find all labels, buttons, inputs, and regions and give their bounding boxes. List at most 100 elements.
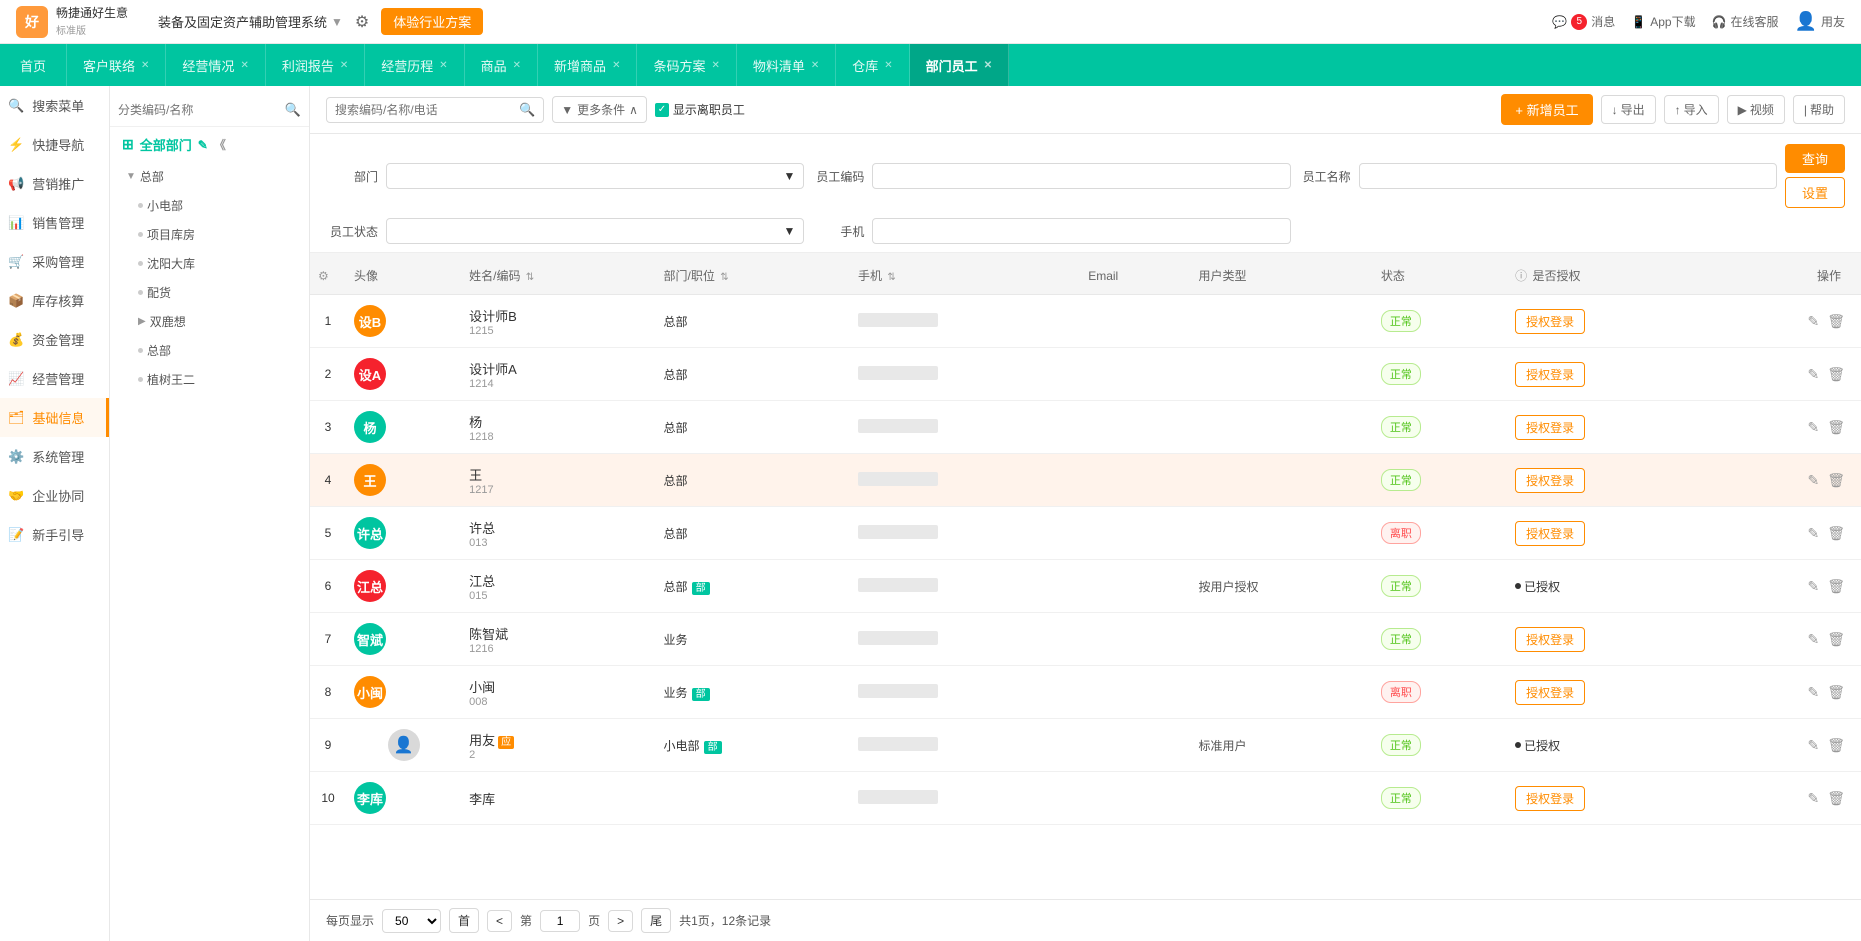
nav-purchase[interactable]: 🛒 采购管理	[0, 242, 109, 281]
delete-icon[interactable]: 🗑	[1827, 472, 1845, 489]
empstatus-filter-select[interactable]: ▼	[386, 218, 804, 244]
add-employee-button[interactable]: + 新增员工	[1501, 94, 1592, 125]
search-button[interactable]: 查询	[1785, 144, 1845, 173]
setting-button[interactable]: 设置	[1785, 177, 1845, 208]
prev-page-button[interactable]: <	[487, 910, 512, 932]
collapse-icon[interactable]: 《	[214, 136, 226, 153]
nav-system[interactable]: ⚙️ 系统管理	[0, 437, 109, 476]
dept-item-shenyang[interactable]: 沈阳大库	[110, 249, 309, 278]
more-filters-button[interactable]: ▼ 更多条件 ∧	[552, 96, 647, 123]
empname-filter-input[interactable]	[1359, 163, 1777, 189]
phone-filter-input[interactable]	[872, 218, 1290, 244]
edit-icon[interactable]: ✎	[1807, 472, 1819, 489]
dept-item-shuanglu[interactable]: ▶ 双鹿想	[110, 307, 309, 336]
empcode-filter-input[interactable]	[872, 163, 1290, 189]
sort-dept-icon[interactable]: ⇅	[720, 272, 728, 283]
auth-login-button[interactable]: 授权登录	[1515, 415, 1585, 440]
search-input[interactable]	[335, 103, 515, 117]
nav-sales[interactable]: 📊 销售管理	[0, 203, 109, 242]
auth-login-button[interactable]: 授权登录	[1515, 521, 1585, 546]
dept-search-input[interactable]	[118, 103, 281, 117]
nav-marketing[interactable]: 📢 营销推广	[0, 164, 109, 203]
edit-icon[interactable]: ✎	[1807, 737, 1819, 754]
auth-login-button[interactable]: 授权登录	[1515, 362, 1585, 387]
tab-home[interactable]: 首页	[0, 44, 67, 86]
auth-login-button[interactable]: 授权登录	[1515, 468, 1585, 493]
edit-icon[interactable]: ✎	[1807, 631, 1819, 648]
auth-login-button[interactable]: 授权登录	[1515, 309, 1585, 334]
last-page-button[interactable]: 尾	[641, 908, 671, 933]
delete-icon[interactable]: 🗑	[1827, 684, 1845, 701]
first-page-button[interactable]: 首	[449, 908, 479, 933]
help-button[interactable]: | 帮助	[1793, 95, 1845, 124]
delete-icon[interactable]: 🗑	[1827, 578, 1845, 595]
nav-quick-nav[interactable]: ⚡ 快捷导航	[0, 125, 109, 164]
import-button[interactable]: ↑ 导入	[1664, 95, 1719, 124]
delete-icon[interactable]: 🗑	[1827, 313, 1845, 330]
online-service-button[interactable]: 🎧 在线客服	[1712, 13, 1779, 30]
phone-cell	[850, 454, 1080, 507]
edit-icon[interactable]: ✎	[1807, 313, 1819, 330]
dept-item-headquarters[interactable]: 总部	[110, 336, 309, 365]
message-button[interactable]: 💬 5 消息	[1552, 13, 1615, 30]
edit-icon[interactable]: ✎	[198, 138, 208, 152]
auth-done-label: 已授权	[1515, 737, 1705, 754]
all-dept-label[interactable]: 全部部门	[140, 135, 192, 154]
delete-icon[interactable]: 🗑	[1827, 419, 1845, 436]
nav-collab[interactable]: 🤝 企业协同	[0, 476, 109, 515]
user-menu-button[interactable]: 👤 用友	[1795, 11, 1845, 32]
tab-warehouse[interactable]: 仓库 ✕	[836, 44, 909, 86]
app-download-button[interactable]: 📱 App下载	[1631, 13, 1695, 30]
page-size-select[interactable]: 50 100 200	[382, 909, 441, 933]
gear-icon[interactable]: ⚙	[355, 12, 369, 32]
next-page-button[interactable]: >	[608, 910, 633, 932]
edit-icon[interactable]: ✎	[1807, 525, 1819, 542]
edit-icon[interactable]: ✎	[1807, 366, 1819, 383]
sort-phone-icon[interactable]: ⇅	[887, 272, 895, 283]
tab-history[interactable]: 经营历程 ✕	[365, 44, 464, 86]
tab-profit[interactable]: 利润报告 ✕	[266, 44, 365, 86]
auth-login-button[interactable]: 授权登录	[1515, 786, 1585, 811]
tab-barcode[interactable]: 条码方案 ✕	[637, 44, 736, 86]
delete-icon[interactable]: 🗑	[1827, 790, 1845, 807]
edit-icon[interactable]: ✎	[1807, 419, 1819, 436]
tab-goods[interactable]: 商品 ✕	[465, 44, 538, 86]
nav-business-mgmt[interactable]: 📈 经营管理	[0, 359, 109, 398]
delete-icon[interactable]: 🗑	[1827, 737, 1845, 754]
dept-search-icon[interactable]: 🔍	[285, 102, 301, 118]
delete-icon[interactable]: 🗑	[1827, 631, 1845, 648]
nav-inventory[interactable]: 📦 库存核算	[0, 281, 109, 320]
edit-icon[interactable]: ✎	[1807, 578, 1819, 595]
tab-add-goods[interactable]: 新增商品 ✕	[538, 44, 637, 86]
dept-item-general[interactable]: ▼ 总部	[110, 162, 309, 191]
tab-department[interactable]: 部门员工 ✕	[910, 44, 1009, 86]
chevron-down-icon[interactable]: ▼	[331, 15, 343, 29]
delete-icon[interactable]: 🗑	[1827, 525, 1845, 542]
delete-icon[interactable]: 🗑	[1827, 366, 1845, 383]
dept-item-electronics[interactable]: 小电部	[110, 191, 309, 220]
tab-business[interactable]: 经营情况 ✕	[166, 44, 265, 86]
edit-icon[interactable]: ✎	[1807, 684, 1819, 701]
page-input[interactable]	[540, 910, 580, 932]
nav-finance[interactable]: 💰 资金管理	[0, 320, 109, 359]
settings-icon[interactable]: ⚙	[318, 269, 329, 283]
dept-filter-select[interactable]: ▼	[386, 163, 804, 189]
tab-customer[interactable]: 客户联络 ✕	[67, 44, 166, 86]
tab-bom[interactable]: 物料清单 ✕	[737, 44, 836, 86]
sort-name-icon[interactable]: ⇅	[526, 272, 534, 283]
dept-item-plantree[interactable]: 植树王二	[110, 365, 309, 394]
auth-login-button[interactable]: 授权登录	[1515, 680, 1585, 705]
dept-item-distribution[interactable]: 配货	[110, 278, 309, 307]
try-plan-button[interactable]: 体验行业方案	[381, 8, 483, 35]
view-button[interactable]: ▶ 视频	[1727, 95, 1785, 124]
dept-item-project[interactable]: 项目库房	[110, 220, 309, 249]
usertype-cell	[1191, 454, 1373, 507]
edit-icon[interactable]: ✎	[1807, 790, 1819, 807]
nav-basic-info[interactable]: 🗂 基础信息	[0, 398, 109, 437]
nav-guide[interactable]: 📝 新手引导	[0, 515, 109, 554]
export-button[interactable]: ↓ 导出	[1601, 95, 1656, 124]
nav-search-menu[interactable]: 🔍 搜索菜单	[0, 86, 109, 125]
show-resigned-checkbox[interactable]: ✓ 显示离职员工	[655, 101, 745, 118]
auth-login-button[interactable]: 授权登录	[1515, 627, 1585, 652]
search-icon[interactable]: 🔍	[519, 102, 535, 118]
